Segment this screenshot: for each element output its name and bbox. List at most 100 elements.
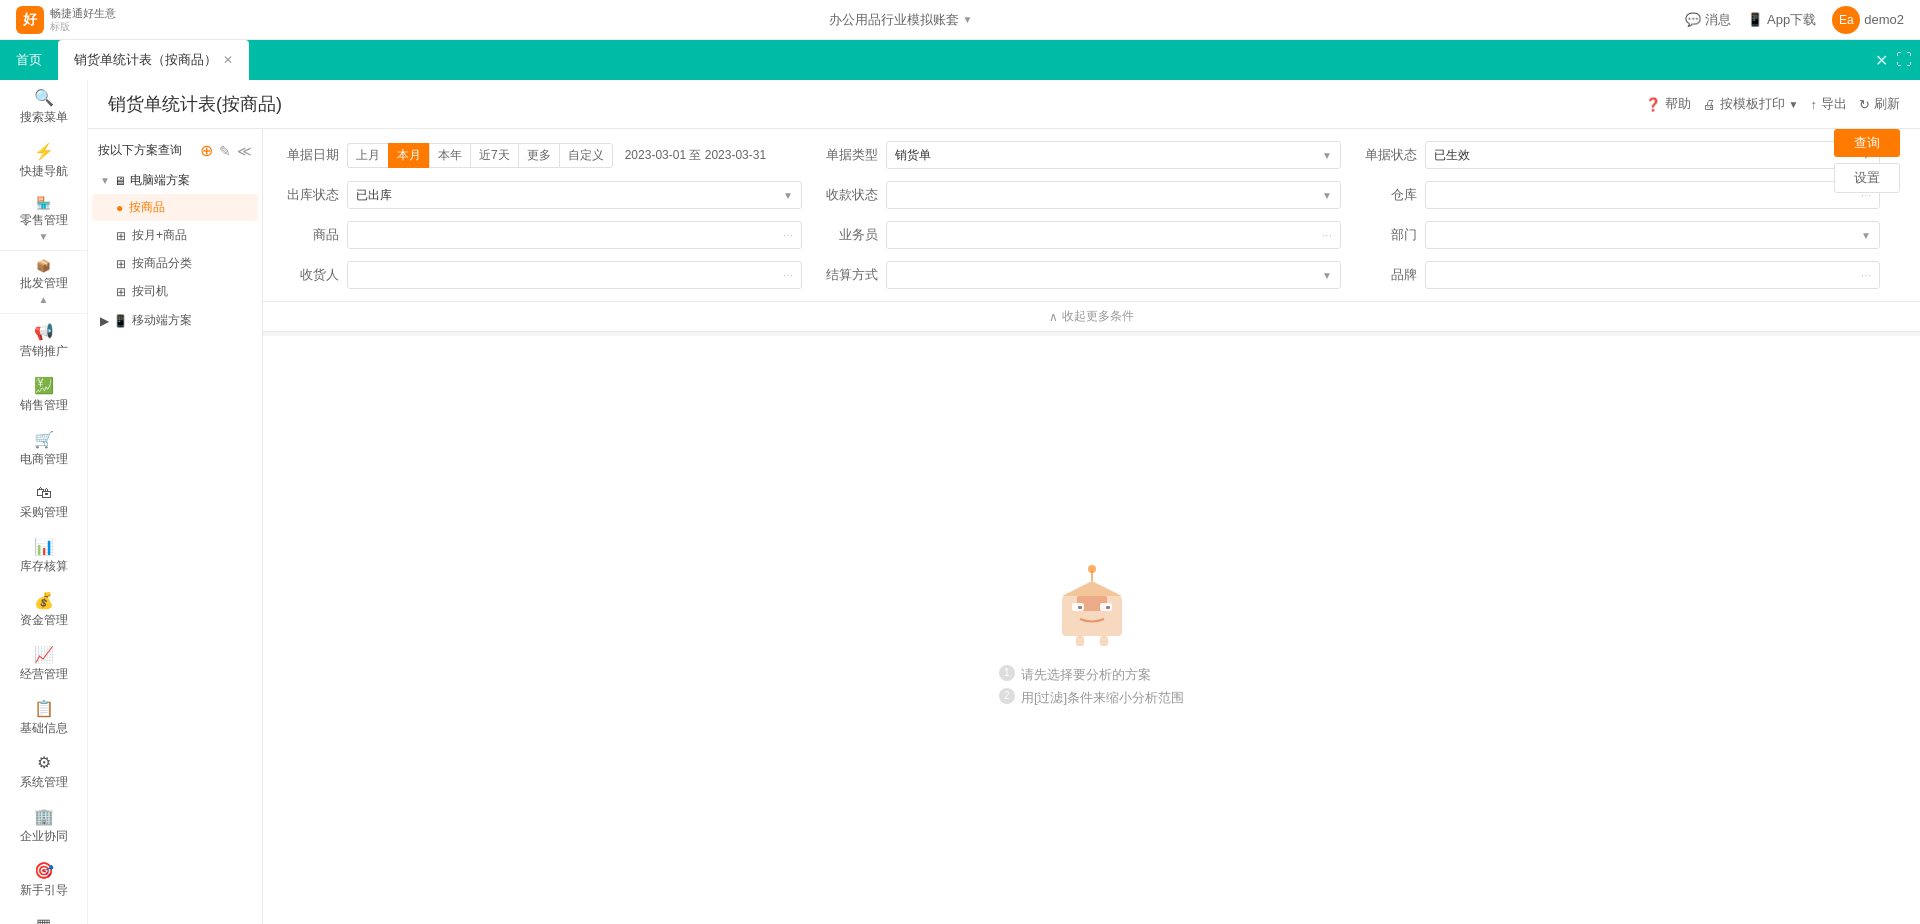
tab-close-icon[interactable]: ✕ <box>223 53 233 67</box>
tab-home[interactable]: 首页 <box>0 40 58 80</box>
message-button[interactable]: 💬 消息 <box>1685 11 1731 29</box>
tab-report[interactable]: 销货单统计表（按商品） ✕ <box>58 40 249 80</box>
workspace-area[interactable]: 办公用品行业模拟账套 ▼ <box>829 11 973 29</box>
refresh-icon: ↻ <box>1859 97 1870 112</box>
sidebar-item-basic-label: 基础信息 <box>20 720 68 737</box>
filter-goods: 商品 ··· <box>283 221 822 249</box>
scheme-item-by-category[interactable]: ⊞ 按商品分类 <box>92 250 258 277</box>
collapse-label: 收起更多条件 <box>1062 308 1134 325</box>
filter-row-4: 收货人 ··· 结算方式 ▼ <box>283 261 1900 289</box>
sidebar-item-basic[interactable]: 📋 基础信息 <box>0 691 87 745</box>
sidebar-item-marketing[interactable]: 📢 营销推广 <box>0 314 87 368</box>
sidebar-item-retail[interactable]: 🏪 零售管理 ▼ <box>0 188 87 250</box>
collapse-scheme-icon[interactable]: ≪ <box>237 143 252 159</box>
add-scheme-icon[interactable]: ⊕ <box>200 141 213 160</box>
bill-type-label: 单据类型 <box>822 146 878 164</box>
sidebar-item-ecom[interactable]: 🛒 电商管理 <box>0 422 87 476</box>
filter-warehouse: 仓库 ··· <box>1361 181 1900 209</box>
scheme-group-mobile-label[interactable]: ▶ 📱 移动端方案 <box>92 307 258 334</box>
collapse-bar[interactable]: ∧ 收起更多条件 <box>263 302 1920 332</box>
sidebar-item-guide-label: 新手引导 <box>20 882 68 899</box>
export-button[interactable]: ↑ 导出 <box>1811 95 1848 113</box>
sidebar-item-quick[interactable]: ⚡ 快捷导航 <box>0 134 87 188</box>
dept-label: 部门 <box>1361 226 1417 244</box>
app-download-label: App下载 <box>1767 11 1816 29</box>
empty-illustration <box>1042 551 1142 651</box>
out-status-select[interactable]: 已出库 ▼ <box>347 181 802 209</box>
svg-rect-6 <box>1106 606 1110 609</box>
receive-status-select[interactable]: ▼ <box>886 181 1341 209</box>
app-download-button[interactable]: 📱 App下载 <box>1747 11 1816 29</box>
date-btn-7days[interactable]: 近7天 <box>470 143 518 168</box>
main-layout: 🔍 搜索菜单 ⚡ 快捷导航 🏪 零售管理 ▼ 📦 批发管理 ▲ 📢 营销推广 <box>0 80 1920 924</box>
date-btn-this-month[interactable]: 本月 <box>388 143 429 168</box>
date-btn-custom[interactable]: 自定义 <box>559 143 613 168</box>
goods-ellipsis-icon: ··· <box>783 228 793 242</box>
scheme-item-by-driver[interactable]: ⊞ 按司机 <box>92 278 258 305</box>
receive-status-label: 收款状态 <box>822 186 878 204</box>
sidebar-item-wholesale[interactable]: 📦 批发管理 ▲ <box>0 251 87 313</box>
sidebar-item-guide[interactable]: 🎯 新手引导 <box>0 853 87 907</box>
brand-label: 品牌 <box>1361 266 1417 284</box>
sidebar-item-enterprise-label: 企业协同 <box>20 828 68 845</box>
sidebar-item-search[interactable]: 🔍 搜索菜单 <box>0 80 87 134</box>
sidebar-item-system[interactable]: ⚙ 系统管理 <box>0 745 87 799</box>
user-area[interactable]: Ea demo2 <box>1832 6 1904 34</box>
tab-expand-area: ✕ ⛶ <box>1875 51 1912 70</box>
content-area: 销货单统计表(按商品) ❓ 帮助 🖨 按模板打印 ▼ ↑ 导出 <box>88 80 1920 924</box>
goods-input[interactable]: ··· <box>347 221 802 249</box>
sidebar-item-sales[interactable]: 💹 销售管理 <box>0 368 87 422</box>
scheme-item-by-goods[interactable]: ● 按商品 <box>92 194 258 221</box>
settlement-select[interactable]: ▼ <box>886 261 1341 289</box>
scheme-group-pc-label[interactable]: ▼ 🖥 电脑端方案 <box>92 168 258 193</box>
date-btn-last-month[interactable]: 上月 <box>347 143 388 168</box>
bill-type-value: 销货单 <box>895 147 931 164</box>
scheme-item-icon4: ⊞ <box>116 285 126 299</box>
sidebar-item-purchase-label: 采购管理 <box>20 504 68 521</box>
scheme-item-by-month-goods[interactable]: ⊞ 按月+商品 <box>92 222 258 249</box>
close-window-icon[interactable]: ✕ <box>1875 51 1888 70</box>
salesman-input[interactable]: ··· <box>886 221 1341 249</box>
sidebar-item-enterprise[interactable]: 🏢 企业协同 <box>0 799 87 853</box>
svg-marker-1 <box>1062 581 1122 596</box>
page-title: 销货单统计表(按商品) <box>108 92 282 128</box>
brand-input[interactable]: ··· <box>1425 261 1880 289</box>
print-button[interactable]: 🖨 按模板打印 ▼ <box>1703 95 1799 113</box>
dept-select[interactable]: ▼ <box>1425 221 1880 249</box>
out-status-arrow-icon: ▼ <box>783 190 793 201</box>
export-icon: ↑ <box>1811 97 1818 112</box>
logo-area: 好 畅捷通好生意 标版 <box>16 6 116 34</box>
warehouse-input[interactable]: ··· <box>1425 181 1880 209</box>
sidebar-item-operation-label: 经营管理 <box>20 666 68 683</box>
scheme-item-by-driver-label: 按司机 <box>132 283 168 300</box>
sidebar-item-inventory[interactable]: 📊 库存核算 <box>0 529 87 583</box>
help-button[interactable]: ❓ 帮助 <box>1645 95 1691 113</box>
sidebar-item-finance[interactable]: 💰 资金管理 <box>0 583 87 637</box>
recipient-input[interactable]: ··· <box>347 261 802 289</box>
filter-row-3: 商品 ··· 业务员 ··· <box>283 221 1900 249</box>
empty-step-2-text: 用[过滤]条件来缩小分析范围 <box>1021 686 1184 709</box>
edit-scheme-icon[interactable]: ✎ <box>219 143 231 159</box>
svg-rect-10 <box>1100 636 1108 646</box>
mobile-icon: 📱 <box>1747 12 1763 27</box>
date-btn-this-year[interactable]: 本年 <box>429 143 470 168</box>
search-icon: 🔍 <box>34 88 54 107</box>
scheme-group-mobile: ▶ 📱 移动端方案 <box>92 307 258 334</box>
workspace-selector[interactable]: 办公用品行业模拟账套 ▼ <box>829 11 973 29</box>
sidebar-item-operation[interactable]: 📈 经营管理 <box>0 637 87 691</box>
wholesale-icon: 📦 <box>36 259 51 273</box>
refresh-button[interactable]: ↻ 刷新 <box>1859 95 1900 113</box>
query-button[interactable]: 查询 <box>1834 129 1900 157</box>
bill-type-select[interactable]: 销货单 ▼ <box>886 141 1341 169</box>
sidebar-item-purchase[interactable]: 🛍 采购管理 <box>0 476 87 529</box>
bill-status-select[interactable]: 已生效 ▼ <box>1425 141 1880 169</box>
scheme-panel: 按以下方案查询 ⊕ ✎ ≪ ▼ 🖥 电脑 <box>88 129 263 924</box>
receive-status-arrow-icon: ▼ <box>1322 190 1332 201</box>
maximize-icon[interactable]: ⛶ <box>1896 51 1912 69</box>
print-icon: 🖨 <box>1703 97 1716 112</box>
recipient-label: 收货人 <box>283 266 339 284</box>
setting-button[interactable]: 设置 <box>1834 163 1900 193</box>
date-btn-more[interactable]: 更多 <box>518 143 559 168</box>
sidebar-item-apps[interactable]: ▦ 应用中心 <box>0 907 87 924</box>
empty-step-2: 2 用[过滤]条件来缩小分析范围 <box>999 686 1184 709</box>
